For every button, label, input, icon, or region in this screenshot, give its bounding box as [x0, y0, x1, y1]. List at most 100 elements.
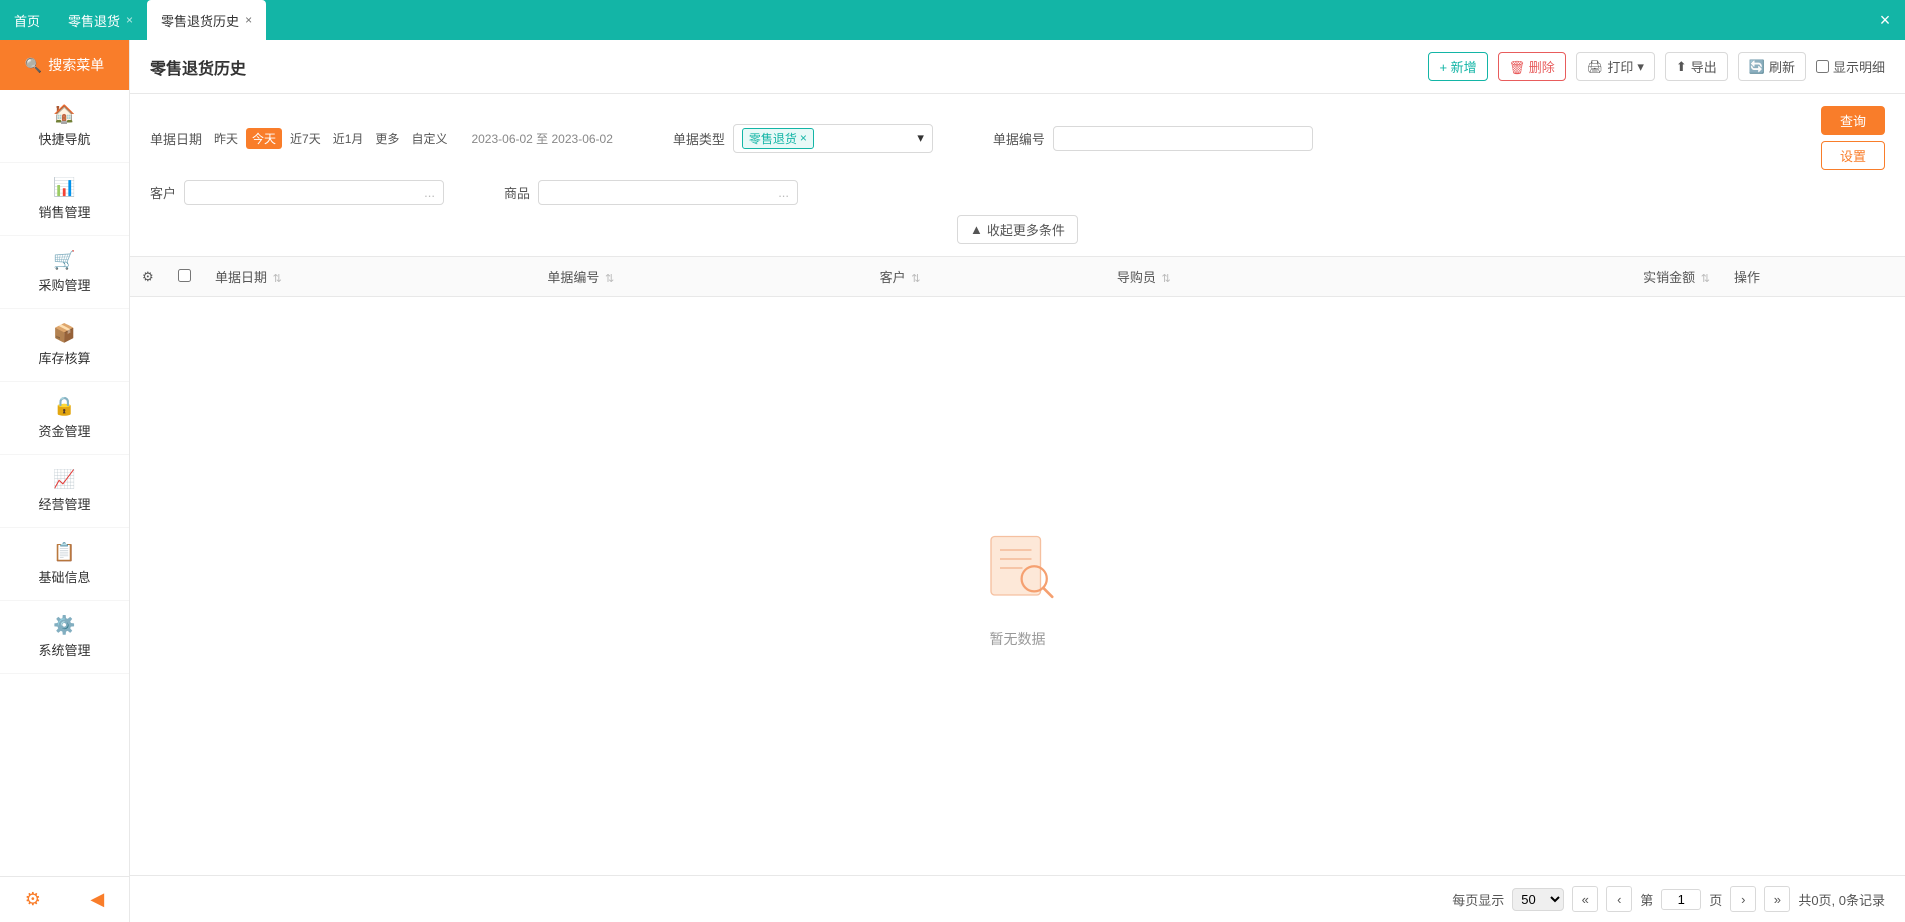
doc-no-input[interactable]	[1053, 126, 1313, 151]
tab-retail-return-close[interactable]: ×	[126, 13, 133, 27]
window-close-button[interactable]: ×	[1865, 0, 1905, 40]
page-label: 第	[1640, 890, 1653, 909]
date-btn-more[interactable]: 更多	[371, 129, 403, 148]
content-area: 零售退货历史 + 新增 🗑 删除 🖨 打印 ▾ ⬆ 导出 🔄 刷新	[130, 40, 1905, 922]
sidebar-search[interactable]: 🔍 搜索菜单	[0, 40, 129, 90]
show-detail-checkbox-label[interactable]: 显示明细	[1816, 57, 1885, 76]
print-chevron-icon: ▾	[1637, 59, 1644, 75]
home-icon: 🏠	[53, 104, 75, 125]
goods-ellipsis: ...	[778, 185, 789, 200]
sidebar-item-label: 资金管理	[38, 421, 90, 440]
delete-button[interactable]: 🗑 删除	[1498, 52, 1566, 81]
gear-icon: ⚙️	[53, 615, 75, 636]
export-icon: ⬆	[1676, 59, 1687, 75]
doc-type-select[interactable]: 零售退货 × ▾	[733, 124, 933, 153]
box-icon: 📦	[53, 323, 75, 344]
filter-row-2: 客户 ... 商品 ...	[150, 180, 1885, 205]
per-page-label: 每页显示	[1452, 890, 1504, 909]
sidebar-item-quick-nav[interactable]: 🏠 快捷导航	[0, 90, 129, 163]
sort-amount-icon[interactable]: ⇅	[1701, 273, 1710, 285]
date-range-group: 2023-06-02 至 2023-06-02	[471, 130, 612, 147]
header-actions: + 新增 🗑 删除 🖨 打印 ▾ ⬆ 导出 🔄 刷新 显示明细	[1428, 52, 1885, 81]
sidebar-item-label: 经营管理	[38, 494, 90, 513]
table-settings-icon[interactable]: ⚙	[142, 269, 154, 284]
th-checkbox	[166, 257, 203, 297]
sidebar-item-basic-info[interactable]: 📋 基础信息	[0, 528, 129, 601]
date-range-value: 2023-06-02 至 2023-06-02	[471, 130, 612, 147]
tag-close-icon[interactable]: ×	[800, 131, 807, 145]
sidebar-item-inventory[interactable]: 📦 库存核算	[0, 309, 129, 382]
doc-icon: 📋	[53, 542, 75, 563]
doc-no-label: 单据编号	[993, 129, 1045, 148]
goods-input[interactable]: ...	[538, 180, 798, 205]
page-header: 零售退货历史 + 新增 🗑 删除 🖨 打印 ▾ ⬆ 导出 🔄 刷新	[130, 40, 1905, 94]
collapse-sidebar-icon[interactable]: ◀	[90, 889, 104, 910]
collapse-button[interactable]: ▲ 收起更多条件	[957, 215, 1078, 244]
sidebar-search-label: 搜索菜单	[48, 55, 104, 75]
tab-retail-return-history[interactable]: 零售退货历史 ×	[147, 0, 266, 40]
select-chevron-icon: ▾	[917, 130, 924, 146]
last-page-button[interactable]: »	[1764, 886, 1790, 912]
refresh-button[interactable]: 🔄 刷新	[1738, 52, 1806, 81]
sort-customer-icon[interactable]: ⇅	[911, 273, 920, 285]
lock-icon: 🔒	[53, 396, 75, 417]
th-guide: 导购员 ⇅	[1105, 257, 1390, 297]
first-page-button[interactable]: «	[1572, 886, 1598, 912]
th-settings: ⚙	[130, 257, 166, 297]
sidebar-item-label: 销售管理	[38, 202, 90, 221]
add-button[interactable]: + 新增	[1428, 52, 1487, 81]
sidebar: 🔍 搜索菜单 🏠 快捷导航 📊 销售管理 🛒 采购管理 📦 库存核算 🔒 资金管…	[0, 40, 130, 922]
select-all-checkbox[interactable]	[178, 269, 191, 282]
sidebar-item-purchase[interactable]: 🛒 采购管理	[0, 236, 129, 309]
date-btn-1month[interactable]: 近1月	[329, 129, 368, 148]
sidebar-item-system[interactable]: ⚙️ 系统管理	[0, 601, 129, 674]
tab-retail-return-history-close[interactable]: ×	[245, 13, 252, 27]
empty-icon	[973, 523, 1063, 613]
page-number-input[interactable]	[1661, 889, 1701, 910]
next-page-button[interactable]: ›	[1730, 886, 1756, 912]
sort-date-icon[interactable]: ⇅	[273, 273, 282, 285]
page-title: 零售退货历史	[150, 55, 246, 79]
date-btn-7days[interactable]: 近7天	[286, 129, 325, 148]
prev-page-button[interactable]: ‹	[1606, 886, 1632, 912]
refresh-icon: 🔄	[1749, 59, 1765, 75]
filter-area: 单据日期 昨天 今天 近7天 近1月 更多 自定义 2023-06-02 至 2…	[130, 94, 1905, 257]
data-table: ⚙ 单据日期 ⇅ 单据编号 ⇅	[130, 257, 1905, 297]
show-detail-checkbox[interactable]	[1816, 60, 1829, 73]
action-buttons: 查询 设置	[1821, 106, 1885, 170]
th-action: 操作	[1722, 257, 1905, 297]
table-header-row: ⚙ 单据日期 ⇅ 单据编号 ⇅	[130, 257, 1905, 297]
tab-home[interactable]: 首页	[0, 0, 54, 40]
sidebar-item-sales[interactable]: 📊 销售管理	[0, 163, 129, 236]
query-button[interactable]: 查询	[1821, 106, 1885, 135]
sidebar-item-label: 快捷导航	[38, 129, 90, 148]
th-date: 单据日期 ⇅	[203, 257, 535, 297]
customer-input[interactable]: ...	[184, 180, 444, 205]
export-button[interactable]: ⬆ 导出	[1665, 52, 1728, 81]
sidebar-item-label: 基础信息	[38, 567, 90, 586]
print-button[interactable]: 🖨 打印 ▾	[1576, 52, 1655, 81]
print-icon: 🖨	[1587, 59, 1604, 75]
sidebar-item-finance[interactable]: 🔒 资金管理	[0, 382, 129, 455]
date-filter-group: 单据日期 昨天 今天 近7天 近1月 更多 自定义	[150, 128, 451, 149]
per-page-select[interactable]: 10 20 50 100	[1512, 888, 1564, 911]
doc-no-filter-group: 单据编号	[993, 126, 1313, 151]
sidebar-item-label: 系统管理	[38, 640, 90, 659]
sidebar-item-operations[interactable]: 📈 经营管理	[0, 455, 129, 528]
date-btn-today[interactable]: 今天	[246, 128, 282, 149]
sort-guide-icon[interactable]: ⇅	[1162, 273, 1171, 285]
collapse-up-icon: ▲	[970, 222, 983, 237]
tab-retail-return[interactable]: 零售退货 ×	[54, 0, 147, 40]
date-btn-custom[interactable]: 自定义	[407, 129, 451, 148]
table-container: ⚙ 单据日期 ⇅ 单据编号 ⇅	[130, 257, 1905, 875]
cart-icon: 🛒	[53, 250, 75, 271]
empty-text: 暂无数据	[990, 629, 1046, 649]
settings-icon[interactable]: ⚙	[25, 889, 41, 910]
goods-label: 商品	[504, 183, 530, 202]
doc-type-tag: 零售退货 ×	[742, 128, 814, 149]
date-btn-yesterday[interactable]: 昨天	[210, 129, 242, 148]
settings-filter-button[interactable]: 设置	[1821, 141, 1885, 170]
sidebar-bottom: ⚙ ◀	[0, 876, 129, 922]
date-filter-label: 单据日期	[150, 129, 202, 148]
sort-number-icon[interactable]: ⇅	[605, 273, 614, 285]
